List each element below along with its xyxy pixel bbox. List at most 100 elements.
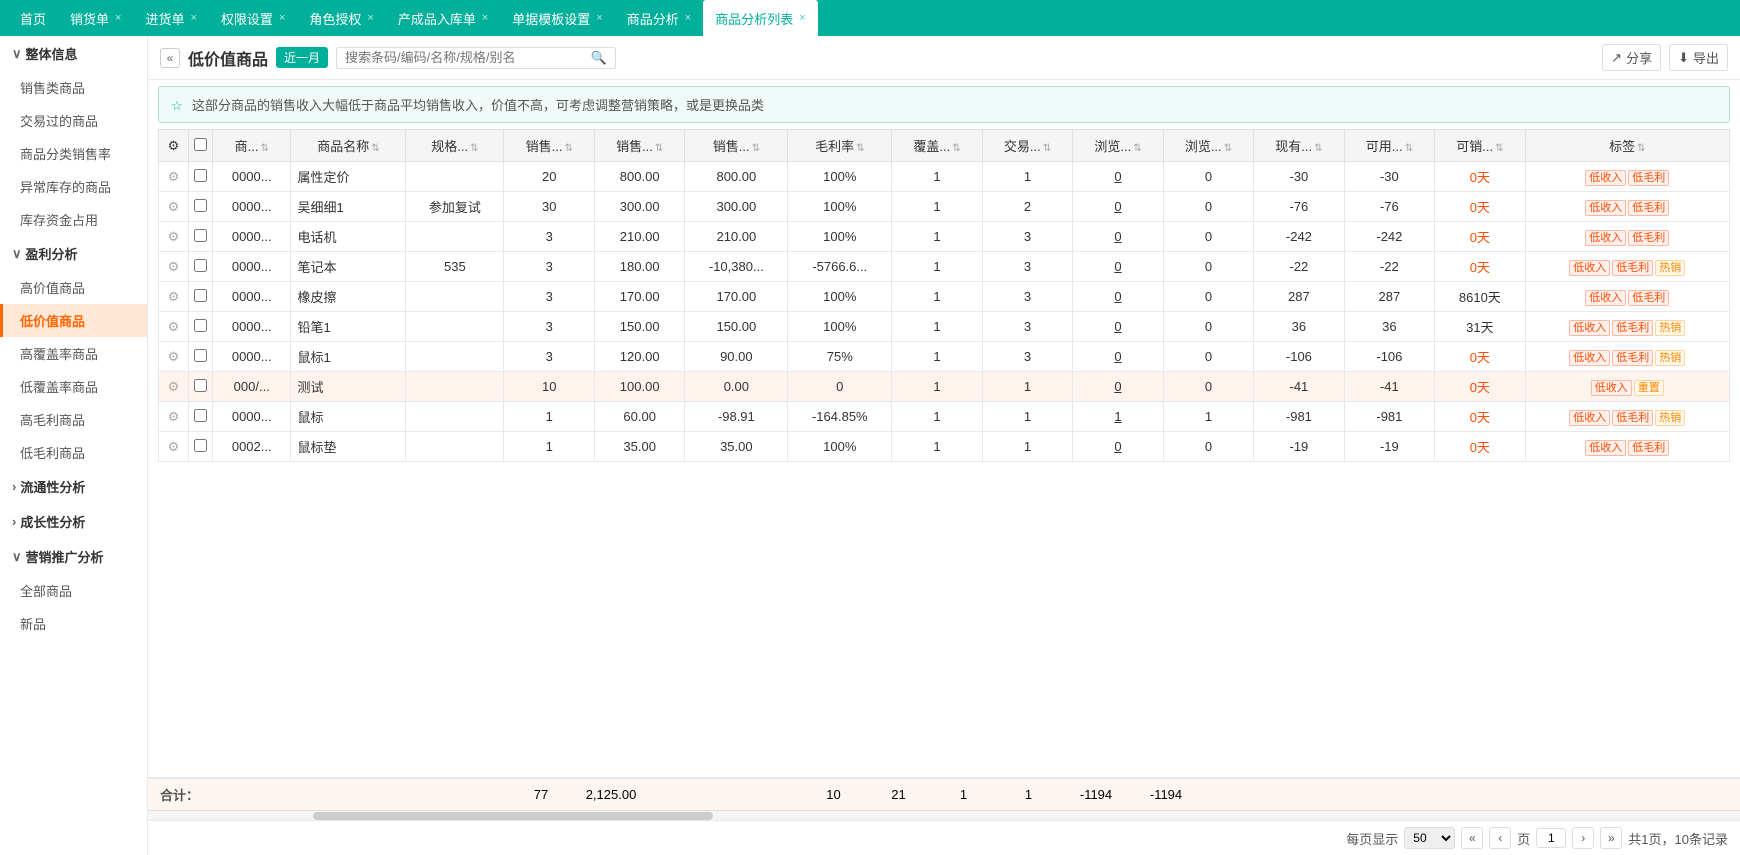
row-checkbox[interactable]: [194, 349, 207, 362]
sidebar-group-title-marketing[interactable]: ∨ 营销推广分析: [0, 539, 147, 574]
col-settings[interactable]: ⚙: [159, 130, 189, 162]
sidebar-item-abnormal-stock[interactable]: 异常库存的商品: [0, 170, 147, 203]
nav-item-analysis[interactable]: 商品分析 ×: [615, 0, 703, 36]
row-checkbox[interactable]: [194, 409, 207, 422]
cell-row-settings[interactable]: ⚙: [159, 222, 189, 252]
sidebar-item-high-value[interactable]: 高价值商品: [0, 271, 147, 304]
cell-view1[interactable]: 0: [1073, 252, 1163, 282]
cell-checkbox[interactable]: [189, 252, 213, 282]
row-checkbox[interactable]: [194, 379, 207, 392]
cell-view1[interactable]: 0: [1073, 192, 1163, 222]
nav-item-home[interactable]: 首页: [8, 0, 58, 36]
col-current[interactable]: 现有...⇅: [1254, 130, 1344, 162]
search-input[interactable]: [345, 50, 587, 65]
cell-view1[interactable]: 1: [1073, 402, 1163, 432]
cell-row-settings[interactable]: ⚙: [159, 402, 189, 432]
collapse-button[interactable]: «: [160, 48, 180, 68]
share-button[interactable]: ↗ 分享: [1602, 44, 1661, 71]
sidebar-item-high-coverage[interactable]: 高覆盖率商品: [0, 337, 147, 370]
col-sale-amount[interactable]: 销售...⇅: [594, 130, 684, 162]
cell-view1[interactable]: 0: [1073, 372, 1163, 402]
nav-item-purchase[interactable]: 进货单 ×: [133, 0, 208, 36]
col-sale-qty[interactable]: 销售...⇅: [504, 130, 594, 162]
cell-checkbox[interactable]: [189, 372, 213, 402]
view-link[interactable]: 0: [1114, 319, 1121, 334]
sidebar-group-title-overall[interactable]: ∨ 整体信息: [0, 36, 147, 71]
sidebar-item-low-coverage[interactable]: 低覆盖率商品: [0, 370, 147, 403]
col-checkbox[interactable]: [189, 130, 213, 162]
view-link[interactable]: 1: [1114, 409, 1121, 424]
sidebar-item-all-products[interactable]: 全部商品: [0, 574, 147, 607]
cell-checkbox[interactable]: [189, 312, 213, 342]
last-page-button[interactable]: »: [1600, 827, 1622, 849]
col-sale-profit[interactable]: 销售...⇅: [685, 130, 788, 162]
nav-item-permission[interactable]: 权限设置 ×: [209, 0, 297, 36]
export-button[interactable]: ⬇ 导出: [1669, 44, 1728, 71]
sidebar-group-title-profit[interactable]: ∨ 盈利分析: [0, 236, 147, 271]
sidebar-item-low-margin[interactable]: 低毛利商品: [0, 436, 147, 469]
prev-page-button[interactable]: ‹: [1489, 827, 1511, 849]
cell-view1[interactable]: 0: [1073, 432, 1163, 462]
sidebar-item-traded-products[interactable]: 交易过的商品: [0, 104, 147, 137]
row-checkbox[interactable]: [194, 259, 207, 272]
sidebar-item-high-margin[interactable]: 高毛利商品: [0, 403, 147, 436]
col-view2[interactable]: 浏览...⇅: [1163, 130, 1253, 162]
cell-checkbox[interactable]: [189, 162, 213, 192]
select-all-checkbox[interactable]: [194, 138, 207, 151]
cell-row-settings[interactable]: ⚙: [159, 282, 189, 312]
col-name[interactable]: 商品名称⇅: [291, 130, 406, 162]
row-checkbox[interactable]: [194, 169, 207, 182]
search-icon[interactable]: 🔍: [591, 50, 607, 66]
sidebar-item-sales-products[interactable]: 销售类商品: [0, 71, 147, 104]
cell-checkbox[interactable]: [189, 192, 213, 222]
next-page-button[interactable]: ›: [1572, 827, 1594, 849]
view-link[interactable]: 0: [1114, 169, 1121, 184]
cell-row-settings[interactable]: ⚙: [159, 312, 189, 342]
view-link[interactable]: 0: [1114, 379, 1121, 394]
view-link[interactable]: 0: [1114, 199, 1121, 214]
nav-item-analysis-list[interactable]: 商品分析列表 ×: [703, 0, 817, 36]
col-coverage[interactable]: 覆盖...⇅: [892, 130, 982, 162]
cell-checkbox[interactable]: [189, 432, 213, 462]
cell-view1[interactable]: 0: [1073, 342, 1163, 372]
row-checkbox[interactable]: [194, 439, 207, 452]
first-page-button[interactable]: «: [1461, 827, 1483, 849]
view-link[interactable]: 0: [1114, 229, 1121, 244]
cell-row-settings[interactable]: ⚙: [159, 372, 189, 402]
cell-checkbox[interactable]: [189, 282, 213, 312]
col-sellable[interactable]: 可销...⇅: [1435, 130, 1525, 162]
sidebar-item-new-products[interactable]: 新品: [0, 607, 147, 640]
col-margin[interactable]: 毛利率⇅: [788, 130, 892, 162]
nav-item-role[interactable]: 角色授权 ×: [297, 0, 385, 36]
cell-view1[interactable]: 0: [1073, 282, 1163, 312]
cell-view1[interactable]: 0: [1073, 222, 1163, 252]
row-checkbox[interactable]: [194, 199, 207, 212]
cell-checkbox[interactable]: [189, 342, 213, 372]
cell-row-settings[interactable]: ⚙: [159, 252, 189, 282]
scrollbar-thumb[interactable]: [313, 812, 713, 820]
horizontal-scrollbar[interactable]: [148, 810, 1740, 820]
page-size-select[interactable]: 50 100: [1404, 827, 1455, 849]
view-link[interactable]: 0: [1114, 259, 1121, 274]
sidebar-item-stock-funds[interactable]: 库存资金占用: [0, 203, 147, 236]
col-tags[interactable]: 标签⇅: [1525, 130, 1729, 162]
cell-row-settings[interactable]: ⚙: [159, 192, 189, 222]
nav-item-template[interactable]: 单据模板设置 ×: [500, 0, 614, 36]
table-wrapper[interactable]: ⚙ 商...⇅ 商品名称⇅ 规格...⇅ 销售...⇅ 销售...⇅ 销售...…: [148, 129, 1740, 777]
sidebar-item-category-rate[interactable]: 商品分类销售率: [0, 137, 147, 170]
view-link[interactable]: 0: [1114, 349, 1121, 364]
col-spec[interactable]: 规格...⇅: [406, 130, 504, 162]
cell-row-settings[interactable]: ⚙: [159, 162, 189, 192]
col-code[interactable]: 商...⇅: [213, 130, 291, 162]
view-link[interactable]: 0: [1114, 289, 1121, 304]
cell-checkbox[interactable]: [189, 222, 213, 252]
row-checkbox[interactable]: [194, 229, 207, 242]
col-usable[interactable]: 可用...⇅: [1344, 130, 1434, 162]
page-input[interactable]: [1536, 828, 1566, 848]
sidebar-item-low-value[interactable]: 低价值商品: [0, 304, 147, 337]
cell-row-settings[interactable]: ⚙: [159, 342, 189, 372]
view-link[interactable]: 0: [1114, 439, 1121, 454]
cell-row-settings[interactable]: ⚙: [159, 432, 189, 462]
col-trade[interactable]: 交易...⇅: [982, 130, 1072, 162]
row-checkbox[interactable]: [194, 319, 207, 332]
